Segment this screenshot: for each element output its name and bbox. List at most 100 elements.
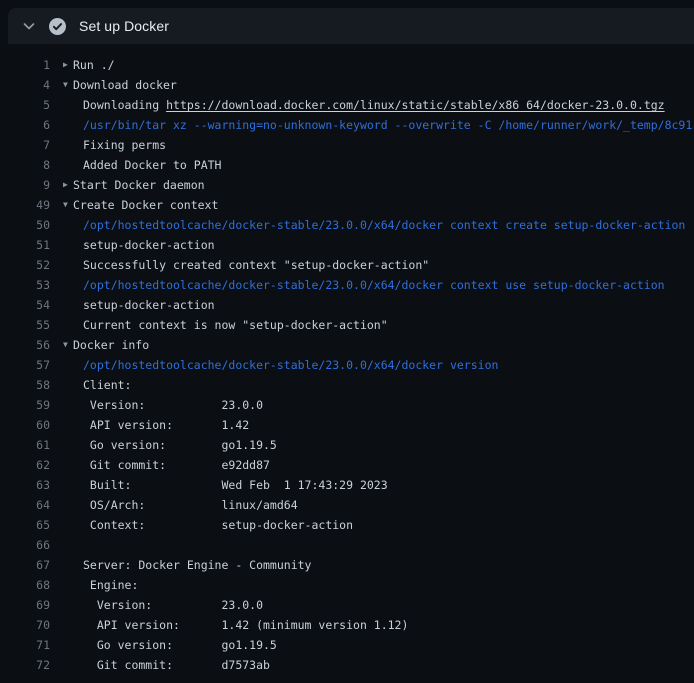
group-arrow-icon[interactable]: ▼ xyxy=(63,195,73,215)
line-number[interactable]: 63 xyxy=(0,475,50,495)
log-line: 7 Fixing perms xyxy=(0,135,694,155)
log-line: 68 Engine: xyxy=(0,575,694,595)
log-line: 59 Version: 23.0.0 xyxy=(0,395,694,415)
line-number[interactable]: 5 xyxy=(0,95,50,115)
line-number[interactable]: 68 xyxy=(0,575,50,595)
log-text: Context: setup-docker-action xyxy=(83,515,353,535)
log-line: 54 setup-docker-action xyxy=(0,295,694,315)
log-group-line[interactable]: 9 ▶Start Docker daemon xyxy=(0,175,694,195)
log-area: 1▶Run ./4▼Download docker5Downloading ht… xyxy=(0,44,694,683)
line-number[interactable]: 70 xyxy=(0,615,50,635)
log-line: 65 Context: setup-docker-action xyxy=(0,515,694,535)
line-number[interactable]: 6 xyxy=(0,115,50,135)
log-line: 8 Added Docker to PATH xyxy=(0,155,694,175)
log-line: 70 API version: 1.42 (minimum version 1.… xyxy=(0,615,694,635)
log-text: Go version: go1.19.5 xyxy=(83,435,277,455)
log-text: Version: 23.0.0 xyxy=(83,395,263,415)
log-text: Current context is now "setup-docker-act… xyxy=(83,315,388,335)
log-lines: 1▶Run ./4▼Download docker5Downloading ht… xyxy=(0,55,694,675)
chevron-down-icon[interactable] xyxy=(21,18,37,34)
line-number[interactable]: 7 xyxy=(0,135,50,155)
line-number[interactable]: 72 xyxy=(0,655,50,675)
log-line: 66 xyxy=(0,535,694,555)
group-arrow-icon[interactable]: ▶ xyxy=(63,55,73,75)
log-command-text: /usr/bin/tar xz --warning=no-unknown-key… xyxy=(83,115,692,135)
line-number[interactable]: 53 xyxy=(0,275,50,295)
line-number[interactable]: 8 xyxy=(0,155,50,175)
log-text: API version: 1.42 (minimum version 1.12) xyxy=(83,615,408,635)
line-number[interactable]: 4 xyxy=(0,75,50,95)
log-text: Server: Docker Engine - Community xyxy=(83,555,311,575)
line-number[interactable]: 51 xyxy=(0,235,50,255)
log-line: 72 Git commit: d7573ab xyxy=(0,655,694,675)
log-group-line[interactable]: 49 ▼Create Docker context xyxy=(0,195,694,215)
line-number[interactable]: 1 xyxy=(0,55,50,75)
log-command-text: /opt/hostedtoolcache/docker-stable/23.0.… xyxy=(83,215,694,235)
group-arrow-icon[interactable]: ▶ xyxy=(63,175,73,195)
group-label[interactable]: Run ./ xyxy=(73,58,115,72)
log-text: OS/Arch: linux/amd64 xyxy=(83,495,298,515)
log-text: Successfully created context "setup-dock… xyxy=(83,255,429,275)
log-line: 5 Downloading https://download.docker.com… xyxy=(0,95,694,115)
group-label[interactable]: Start Docker daemon xyxy=(73,178,205,192)
log-text: Downloading https://download.docker.com/… xyxy=(83,95,665,115)
line-number[interactable]: 61 xyxy=(0,435,50,455)
group-arrow-icon[interactable]: ▼ xyxy=(63,335,73,355)
log-text: Engine: xyxy=(83,575,138,595)
log-text: Added Docker to PATH xyxy=(83,155,221,175)
log-text: Git commit: d7573ab xyxy=(83,655,270,675)
group-label[interactable]: Create Docker context xyxy=(73,198,218,212)
log-text: Git commit: e92dd87 xyxy=(83,455,270,475)
line-number[interactable]: 52 xyxy=(0,255,50,275)
check-circle-icon xyxy=(37,18,66,35)
line-number[interactable]: 49 xyxy=(0,195,50,215)
log-text: Version: 23.0.0 xyxy=(83,595,263,615)
step-title: Set up Docker xyxy=(79,18,169,34)
log-line: 53/opt/hostedtoolcache/docker-stable/23.… xyxy=(0,275,694,295)
line-number[interactable]: 59 xyxy=(0,395,50,415)
log-line: 51 setup-docker-action xyxy=(0,235,694,255)
line-number[interactable]: 50 xyxy=(0,215,50,235)
log-text: setup-docker-action xyxy=(83,295,215,315)
line-number[interactable]: 54 xyxy=(0,295,50,315)
log-text: Go version: go1.19.5 xyxy=(83,635,277,655)
log-text: Client: xyxy=(83,375,131,395)
log-text: API version: 1.42 xyxy=(83,415,249,435)
line-number[interactable]: 58 xyxy=(0,375,50,395)
log-command-text: /opt/hostedtoolcache/docker-stable/23.0.… xyxy=(83,355,498,375)
log-line: 58 Client: xyxy=(0,375,694,395)
log-line: 50/opt/hostedtoolcache/docker-stable/23.… xyxy=(0,215,694,235)
line-number[interactable]: 64 xyxy=(0,495,50,515)
log-line: 6/usr/bin/tar xz --warning=no-unknown-ke… xyxy=(0,115,694,135)
log-line: 57/opt/hostedtoolcache/docker-stable/23.… xyxy=(0,355,694,375)
step-header[interactable]: Set up Docker xyxy=(8,8,694,44)
log-text: Fixing perms xyxy=(83,135,166,155)
line-number[interactable]: 56 xyxy=(0,335,50,355)
log-line: 61 Go version: go1.19.5 xyxy=(0,435,694,455)
log-text-prefix: Downloading xyxy=(83,98,166,112)
log-line: 60 API version: 1.42 xyxy=(0,415,694,435)
log-line: 63 Built: Wed Feb 1 17:43:29 2023 xyxy=(0,475,694,495)
log-group-line[interactable]: 1 ▶Run ./ xyxy=(0,55,694,75)
group-label[interactable]: Download docker xyxy=(73,78,177,92)
line-number[interactable]: 71 xyxy=(0,635,50,655)
line-number[interactable]: 57 xyxy=(0,355,50,375)
line-number[interactable]: 60 xyxy=(0,415,50,435)
line-number[interactable]: 9 xyxy=(0,175,50,195)
log-command-text: /opt/hostedtoolcache/docker-stable/23.0.… xyxy=(83,275,665,295)
log-line: 64 OS/Arch: linux/amd64 xyxy=(0,495,694,515)
log-group-line[interactable]: 4 ▼Download docker xyxy=(0,75,694,95)
log-link[interactable]: https://download.docker.com/linux/static… xyxy=(166,98,665,112)
log-text: Built: Wed Feb 1 17:43:29 2023 xyxy=(83,475,388,495)
log-text: setup-docker-action xyxy=(83,235,215,255)
line-number[interactable]: 65 xyxy=(0,515,50,535)
log-line: 52 Successfully created context "setup-do… xyxy=(0,255,694,275)
line-number[interactable]: 67 xyxy=(0,555,50,575)
group-arrow-icon[interactable]: ▼ xyxy=(63,75,73,95)
line-number[interactable]: 69 xyxy=(0,595,50,615)
group-label[interactable]: Docker info xyxy=(73,338,149,352)
line-number[interactable]: 66 xyxy=(0,535,50,555)
line-number[interactable]: 55 xyxy=(0,315,50,335)
log-group-line[interactable]: 56 ▼Docker info xyxy=(0,335,694,355)
line-number[interactable]: 62 xyxy=(0,455,50,475)
